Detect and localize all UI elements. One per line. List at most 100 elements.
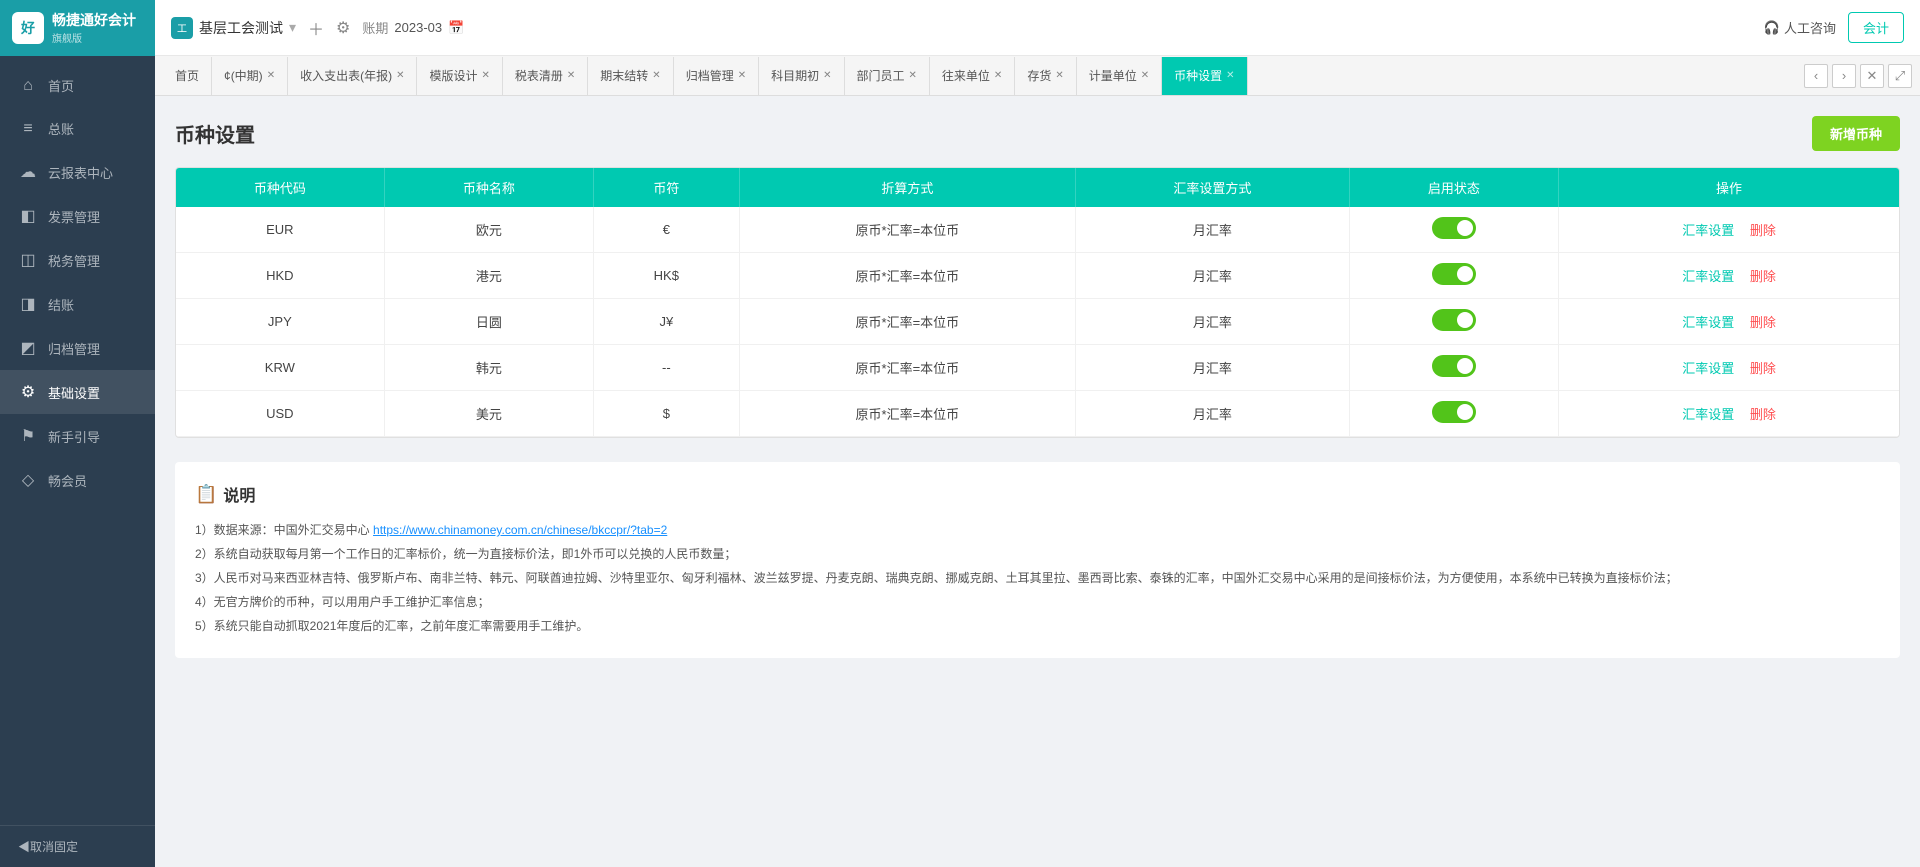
currency-table-wrapper: 币种代码 币种名称 币符 折算方式 汇率设置方式 启用状态 操作 EUR 欧元 … (175, 167, 1900, 438)
toggle-enabled[interactable] (1432, 309, 1476, 331)
tax-icon: ◫ (18, 250, 38, 270)
tab-template-close[interactable]: ✕ (481, 70, 489, 81)
cell-name: 美元 (384, 391, 593, 437)
delete-link[interactable]: 删除 (1750, 269, 1776, 284)
tab-close-all-btn[interactable]: ✕ (1860, 64, 1884, 88)
role-btn[interactable]: 会计 (1848, 12, 1904, 43)
delete-link[interactable]: 删除 (1750, 223, 1776, 238)
tab-dept-close[interactable]: ✕ (909, 70, 917, 81)
topbar-actions: 🎧 人工咨询 会计 (1764, 12, 1904, 43)
home-icon: ⌂ (18, 77, 38, 95)
tab-units-close[interactable]: ✕ (1141, 70, 1149, 81)
toggle-enabled[interactable] (1432, 401, 1476, 423)
delete-link[interactable]: 删除 (1750, 361, 1776, 376)
toggle-enabled[interactable] (1432, 355, 1476, 377)
tab-archive[interactable]: 归档管理 ✕ (674, 57, 759, 95)
sidebar-item-tax[interactable]: ◫ 税务管理 (0, 238, 155, 282)
sidebar-item-archive-label: 归档管理 (48, 339, 100, 358)
tab-next-btn[interactable]: › (1832, 64, 1856, 88)
company-icon: 工 (171, 17, 193, 39)
sidebar-item-member-label: 畅会员 (48, 471, 87, 490)
sidebar-item-ledger-label: 总账 (48, 119, 74, 138)
member-icon: ◇ (18, 470, 38, 490)
sidebar-item-home[interactable]: ⌂ 首页 (0, 64, 155, 107)
tab-annual-close[interactable]: ✕ (396, 70, 404, 81)
app-sub: 旗舰版 (52, 30, 136, 45)
calendar-icon[interactable]: 📅 (448, 20, 464, 36)
rate-setting-link[interactable]: 汇率设置 (1682, 223, 1734, 238)
sidebar-item-reports[interactable]: ☁ 云报表中心 (0, 150, 155, 194)
tab-midterm-close[interactable]: ✕ (267, 70, 275, 81)
toggle-enabled[interactable] (1432, 217, 1476, 239)
tab-vendors-close[interactable]: ✕ (994, 70, 1002, 81)
external-link[interactable]: https://www.chinamoney.com.cn/chinese/bk… (373, 523, 667, 537)
toggle-enabled[interactable] (1432, 263, 1476, 285)
sidebar-pin-toggle[interactable]: ◀取消固定 (0, 825, 155, 867)
tab-midterm[interactable]: ¢(中期) ✕ (212, 57, 288, 95)
sidebar-item-ledger[interactable]: ≡ 总账 (0, 107, 155, 150)
toggle-knob (1457, 312, 1473, 328)
cell-status (1349, 345, 1558, 391)
sidebar-item-close[interactable]: ◨ 结账 (0, 282, 155, 326)
cell-rate-type: 月汇率 (1076, 391, 1349, 437)
tab-subjects-close[interactable]: ✕ (823, 70, 831, 81)
help-btn[interactable]: 🎧 人工咨询 (1764, 18, 1836, 37)
toggle-knob (1457, 358, 1473, 374)
company-selector[interactable]: 工 基层工会测试 ▾ (171, 17, 296, 39)
rate-setting-link[interactable]: 汇率设置 (1682, 407, 1734, 422)
cell-code: JPY (176, 299, 384, 345)
currency-table: 币种代码 币种名称 币符 折算方式 汇率设置方式 启用状态 操作 EUR 欧元 … (176, 168, 1899, 437)
tab-inventory-close[interactable]: ✕ (1055, 70, 1063, 81)
tab-vendors-label: 往来单位 (942, 67, 990, 84)
tab-expand-btn[interactable]: ⤢ (1888, 64, 1912, 88)
tab-units[interactable]: 计量单位 ✕ (1077, 57, 1162, 95)
cell-status (1349, 299, 1558, 345)
period-value: 2023-03 (394, 20, 442, 35)
tab-tax[interactable]: 税表清册 ✕ (503, 57, 588, 95)
tab-subjects[interactable]: 科目期初 ✕ (759, 57, 844, 95)
tab-dept[interactable]: 部门员工 ✕ (845, 57, 930, 95)
rate-setting-link[interactable]: 汇率设置 (1682, 269, 1734, 284)
sidebar-item-invoice-label: 发票管理 (48, 207, 100, 226)
cell-actions: 汇率设置 删除 (1559, 299, 1899, 345)
tab-inventory[interactable]: 存货 ✕ (1015, 57, 1076, 95)
new-currency-btn[interactable]: 新增币种 (1812, 116, 1900, 151)
cell-rate-type: 月汇率 (1076, 299, 1349, 345)
tab-period-end-close[interactable]: ✕ (652, 70, 660, 81)
col-actions: 操作 (1559, 168, 1899, 207)
tab-currency-close[interactable]: ✕ (1226, 70, 1234, 81)
settings-gear-icon[interactable]: ⚙ (336, 18, 350, 38)
rate-setting-link[interactable]: 汇率设置 (1682, 315, 1734, 330)
tab-archive-close[interactable]: ✕ (738, 70, 746, 81)
sidebar-item-member[interactable]: ◇ 畅会员 (0, 458, 155, 502)
sidebar-item-settings[interactable]: ⚙ 基础设置 (0, 370, 155, 414)
tab-vendors[interactable]: 往来单位 ✕ (930, 57, 1015, 95)
col-code: 币种代码 (176, 168, 384, 207)
sidebar-item-reports-label: 云报表中心 (48, 163, 113, 182)
add-tab-btn[interactable]: ＋ (308, 16, 324, 40)
note-item: 3）人民币对马来西亚林吉特、俄罗斯卢布、南非兰特、韩元、阿联酋迪拉姆、沙特里亚尔… (195, 566, 1880, 590)
tab-inventory-label: 存货 (1027, 67, 1051, 84)
tab-period-end[interactable]: 期末结转 ✕ (588, 57, 673, 95)
tab-currency[interactable]: 币种设置 ✕ (1162, 57, 1247, 95)
tab-prev-btn[interactable]: ‹ (1804, 64, 1828, 88)
delete-link[interactable]: 删除 (1750, 407, 1776, 422)
sidebar-item-invoice[interactable]: ◧ 发票管理 (0, 194, 155, 238)
tab-template[interactable]: 模版设计 ✕ (417, 57, 502, 95)
cell-rate-type: 月汇率 (1076, 345, 1349, 391)
tab-annual[interactable]: 收入支出表(年报) ✕ (288, 57, 417, 95)
tab-home[interactable]: 首页 (163, 57, 212, 95)
note-item: 2）系统自动获取每月第一个工作日的汇率标价，统一为直接标价法，即1外币可以兑换的… (195, 542, 1880, 566)
sidebar-item-archive[interactable]: ◩ 归档管理 (0, 326, 155, 370)
rate-setting-link[interactable]: 汇率设置 (1682, 361, 1734, 376)
delete-link[interactable]: 删除 (1750, 315, 1776, 330)
cell-code: USD (176, 391, 384, 437)
cell-method: 原币*汇率=本位币 (739, 253, 1076, 299)
tab-tax-close[interactable]: ✕ (567, 70, 575, 81)
app-logo-icon: 好 (12, 12, 44, 44)
close-accounts-icon: ◨ (18, 294, 38, 314)
table-row: EUR 欧元 € 原币*汇率=本位币 月汇率 汇率设置 删除 (176, 207, 1899, 253)
cell-actions: 汇率设置 删除 (1559, 345, 1899, 391)
sidebar-item-guide[interactable]: ⚑ 新手引导 (0, 414, 155, 458)
ledger-icon: ≡ (18, 120, 38, 138)
